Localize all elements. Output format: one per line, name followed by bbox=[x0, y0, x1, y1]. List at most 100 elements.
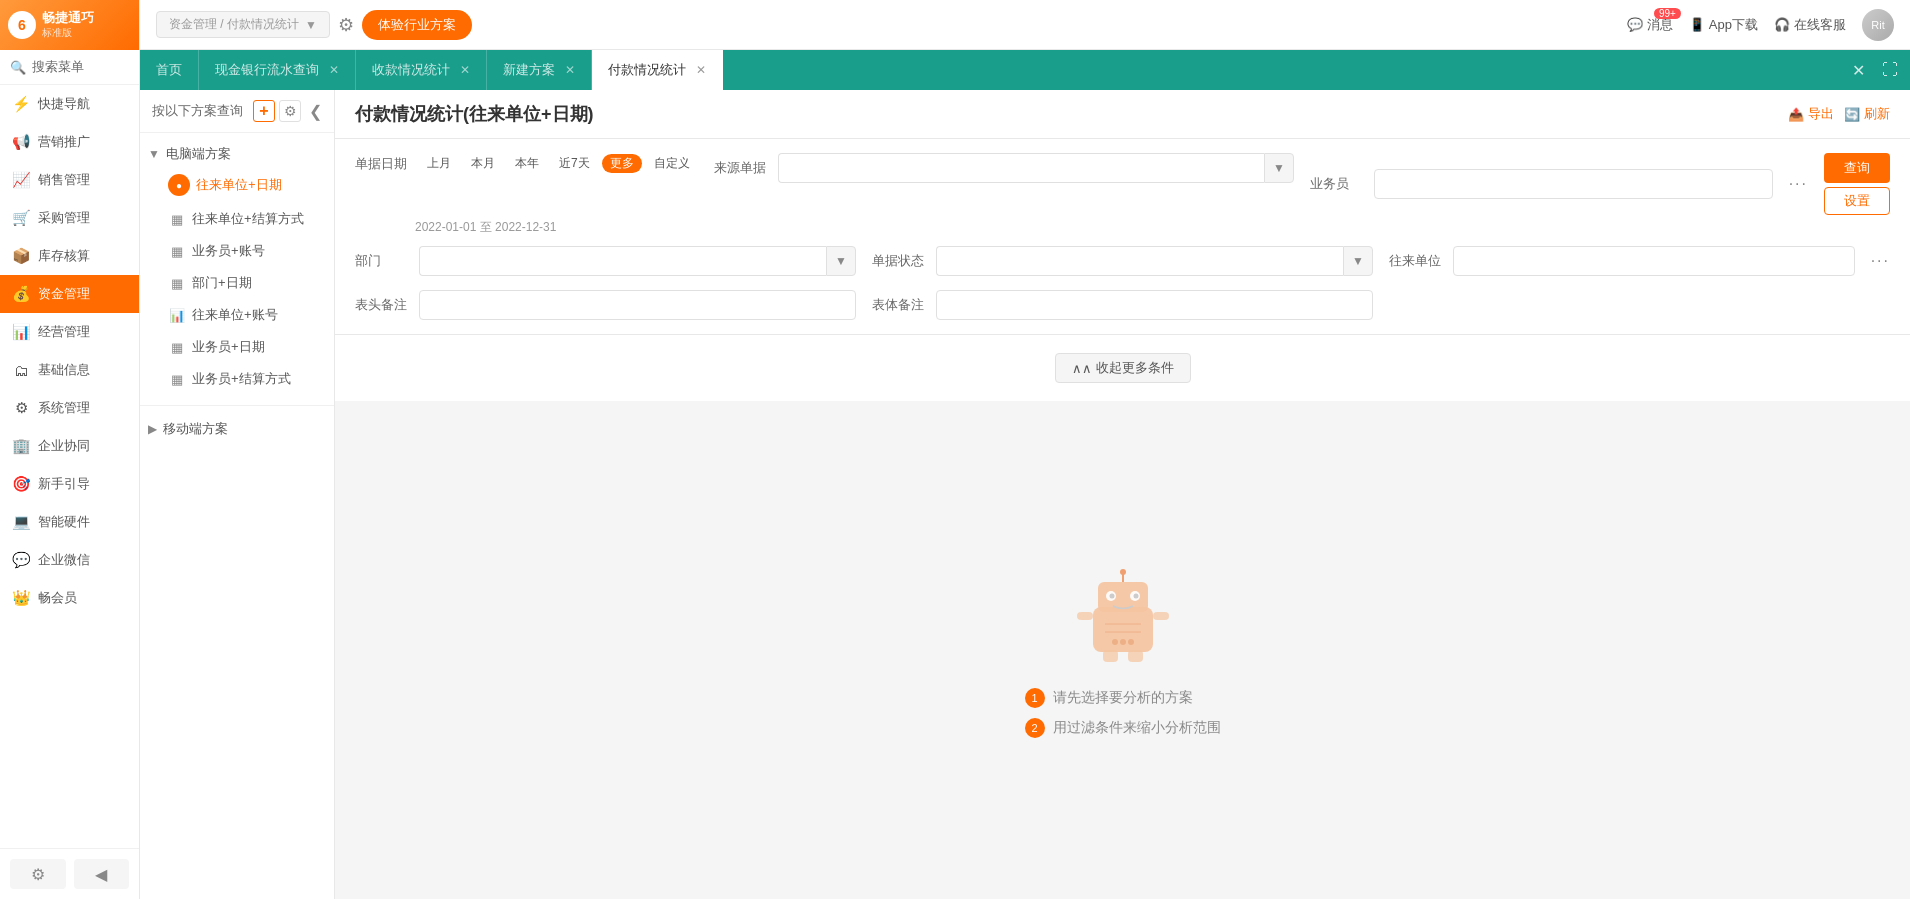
source-doc-dropdown-btn[interactable]: ▼ bbox=[1264, 153, 1294, 183]
sidebar-item-label: 系统管理 bbox=[38, 399, 90, 417]
mobile-expand-icon: ▶ bbox=[148, 422, 157, 436]
filter-settings-btn[interactable]: 设置 bbox=[1824, 187, 1890, 215]
tab-collection-close[interactable]: ✕ bbox=[460, 63, 470, 77]
date-last-month-btn[interactable]: 上月 bbox=[419, 153, 459, 174]
mobile-section-title[interactable]: ▶ 移动端方案 bbox=[140, 416, 334, 442]
tab-close-all-btn[interactable]: ✕ bbox=[1846, 58, 1870, 82]
plan-item-partner-account[interactable]: 📊 往来单位+账号 bbox=[140, 299, 334, 331]
collapse-more-btn[interactable]: ∧∧ 收起更多条件 bbox=[1055, 353, 1191, 383]
sidebar-settings-btn[interactable]: ⚙ bbox=[10, 859, 66, 889]
dept-label: 部门 bbox=[355, 252, 411, 270]
plan-item-dept-date[interactable]: ▦ 部门+日期 bbox=[140, 267, 334, 299]
sidebar-item-basic[interactable]: 🗂 基础信息 bbox=[0, 351, 139, 389]
user-avatar[interactable]: Rit bbox=[1862, 9, 1894, 41]
filter-section: 单据日期 上月 本月 本年 近7天 更多 自定义 bbox=[335, 139, 1910, 401]
sidebar-item-sales[interactable]: 📈 销售管理 bbox=[0, 161, 139, 199]
plan-item-staff-settlement[interactable]: ▦ 业务员+结算方式 bbox=[140, 363, 334, 395]
dept-input[interactable] bbox=[419, 246, 826, 276]
tab-collection-stats[interactable]: 收款情况统计 ✕ bbox=[356, 50, 487, 90]
body-note-label: 表体备注 bbox=[872, 296, 928, 314]
source-doc-input[interactable] bbox=[778, 153, 1264, 183]
empty-messages: 1 请先选择要分析的方案 2 用过滤条件来缩小分析范围 bbox=[1025, 688, 1221, 738]
partner-input[interactable] bbox=[1453, 246, 1855, 276]
avatar-text: Rit bbox=[1871, 19, 1884, 31]
plan-item-partner-date[interactable]: ● 往来单位+日期 bbox=[140, 167, 334, 203]
sidebar-item-hardware[interactable]: 💻 智能硬件 bbox=[0, 503, 139, 541]
sidebar-item-label: 销售管理 bbox=[38, 171, 90, 189]
header-actions: 💬 消息 99+ 📱 App下载 🎧 在线客服 Rit bbox=[1627, 9, 1894, 41]
sidebar-item-operation[interactable]: 📊 经营管理 bbox=[0, 313, 139, 351]
sidebar-item-capital[interactable]: 💰 资金管理 bbox=[0, 275, 139, 313]
svg-point-14 bbox=[1112, 639, 1118, 645]
guide-icon: 🎯 bbox=[12, 475, 30, 493]
sidebar-search[interactable]: 🔍 搜索菜单 bbox=[0, 50, 139, 85]
online-service-btn[interactable]: 🎧 在线客服 bbox=[1774, 16, 1846, 34]
date-last-7-days-btn[interactable]: 近7天 bbox=[551, 153, 598, 174]
sidebar-item-system[interactable]: ⚙ 系统管理 bbox=[0, 389, 139, 427]
head-note-input[interactable] bbox=[419, 290, 856, 320]
tab-payment-stats-close[interactable]: ✕ bbox=[696, 63, 706, 77]
plan-item-label: 往来单位+账号 bbox=[192, 306, 278, 324]
tab-cash-flow-close[interactable]: ✕ bbox=[329, 63, 339, 77]
sidebar-collapse-btn[interactable]: ◀ bbox=[74, 859, 130, 889]
left-panel-header: 按以下方案查询 + ⚙ ❮ bbox=[140, 90, 334, 133]
basic-icon: 🗂 bbox=[12, 361, 30, 379]
sidebar-item-purchase[interactable]: 🛒 采购管理 bbox=[0, 199, 139, 237]
left-panel-actions: + ⚙ ❮ bbox=[253, 100, 322, 122]
partner-ellipsis[interactable]: ··· bbox=[1871, 252, 1890, 270]
partner-filter-item: 往来单位 ··· bbox=[1389, 246, 1890, 276]
sidebar-item-quick-nav[interactable]: ⚡ 快捷导航 bbox=[0, 85, 139, 123]
sidebar-item-guide[interactable]: 🎯 新手引导 bbox=[0, 465, 139, 503]
empty-msg-1: 1 请先选择要分析的方案 bbox=[1025, 688, 1221, 708]
left-panel-collapse-btn[interactable]: ❮ bbox=[309, 102, 322, 121]
expand-icon: ⛶ bbox=[1882, 61, 1898, 79]
tab-expand-btn[interactable]: ⛶ bbox=[1878, 58, 1902, 82]
staff-input[interactable] bbox=[1374, 169, 1773, 199]
date-this-year-btn[interactable]: 本年 bbox=[507, 153, 547, 174]
refresh-btn[interactable]: 🔄 刷新 bbox=[1844, 105, 1890, 123]
trial-industry-btn[interactable]: 体验行业方案 bbox=[362, 10, 472, 40]
page-header-actions: 📤 导出 🔄 刷新 bbox=[1788, 105, 1890, 123]
dept-dropdown-btn[interactable]: ▼ bbox=[826, 246, 856, 276]
tab-new-plan-close[interactable]: ✕ bbox=[565, 63, 575, 77]
add-plan-btn[interactable]: + bbox=[253, 100, 275, 122]
messages-badge: 99+ bbox=[1654, 8, 1681, 19]
sidebar-item-enterprise[interactable]: 🏢 企业协同 bbox=[0, 427, 139, 465]
tab-payment-stats[interactable]: 付款情况统计 ✕ bbox=[592, 50, 723, 90]
top-header: 资金管理 / 付款情况统计 ▼ ⚙ 体验行业方案 💬 消息 99+ 📱 App下… bbox=[140, 0, 1910, 50]
marketing-icon: 📢 bbox=[12, 133, 30, 151]
address-bar[interactable]: 资金管理 / 付款情况统计 ▼ bbox=[156, 11, 330, 38]
empty-msg-num-1: 1 bbox=[1025, 688, 1045, 708]
desktop-expand-icon: ▼ bbox=[148, 147, 160, 161]
export-btn[interactable]: 📤 导出 bbox=[1788, 105, 1834, 123]
app-download-btn[interactable]: 📱 App下载 bbox=[1689, 16, 1758, 34]
system-icon: ⚙ bbox=[12, 399, 30, 417]
doc-status-dropdown-btn[interactable]: ▼ bbox=[1343, 246, 1373, 276]
sidebar-item-marketing[interactable]: 📢 营销推广 bbox=[0, 123, 139, 161]
query-btn[interactable]: 查询 bbox=[1824, 153, 1890, 183]
staff-ellipsis[interactable]: ··· bbox=[1789, 175, 1808, 193]
plan-item-staff-account[interactable]: ▦ 业务员+账号 bbox=[140, 235, 334, 267]
date-this-month-btn[interactable]: 本月 bbox=[463, 153, 503, 174]
left-panel: 按以下方案查询 + ⚙ ❮ ▼ 电脑端方案 ● bbox=[140, 90, 335, 899]
plan-item-partner-settlement[interactable]: ▦ 往来单位+结算方式 bbox=[140, 203, 334, 235]
body-note-input[interactable] bbox=[936, 290, 1373, 320]
desktop-section-title[interactable]: ▼ 电脑端方案 bbox=[140, 141, 334, 167]
plan-settings-btn[interactable]: ⚙ bbox=[279, 100, 301, 122]
tab-cash-flow[interactable]: 现金银行流水查询 ✕ bbox=[199, 50, 356, 90]
sidebar-item-member[interactable]: 👑 畅会员 bbox=[0, 579, 139, 617]
tab-home[interactable]: 首页 bbox=[140, 50, 199, 90]
plan-item-staff-date[interactable]: ▦ 业务员+日期 bbox=[140, 331, 334, 363]
staff-filter-item: 业务员 ··· 查询 设置 bbox=[1310, 153, 1890, 215]
date-custom-btn[interactable]: 自定义 bbox=[646, 153, 698, 174]
sidebar-item-wechat[interactable]: 💬 企业微信 bbox=[0, 541, 139, 579]
sidebar-item-inventory[interactable]: 📦 库存核算 bbox=[0, 237, 139, 275]
active-plan-dot: ● bbox=[168, 174, 190, 196]
doc-status-label: 单据状态 bbox=[872, 252, 928, 270]
messages-btn[interactable]: 💬 消息 99+ bbox=[1627, 16, 1673, 34]
header-settings-icon[interactable]: ⚙ bbox=[338, 14, 354, 36]
date-more-btn[interactable]: 更多 bbox=[602, 154, 642, 173]
tab-new-plan[interactable]: 新建方案 ✕ bbox=[487, 50, 592, 90]
doc-status-input[interactable] bbox=[936, 246, 1343, 276]
app-logo-icon: 6 bbox=[8, 11, 36, 39]
